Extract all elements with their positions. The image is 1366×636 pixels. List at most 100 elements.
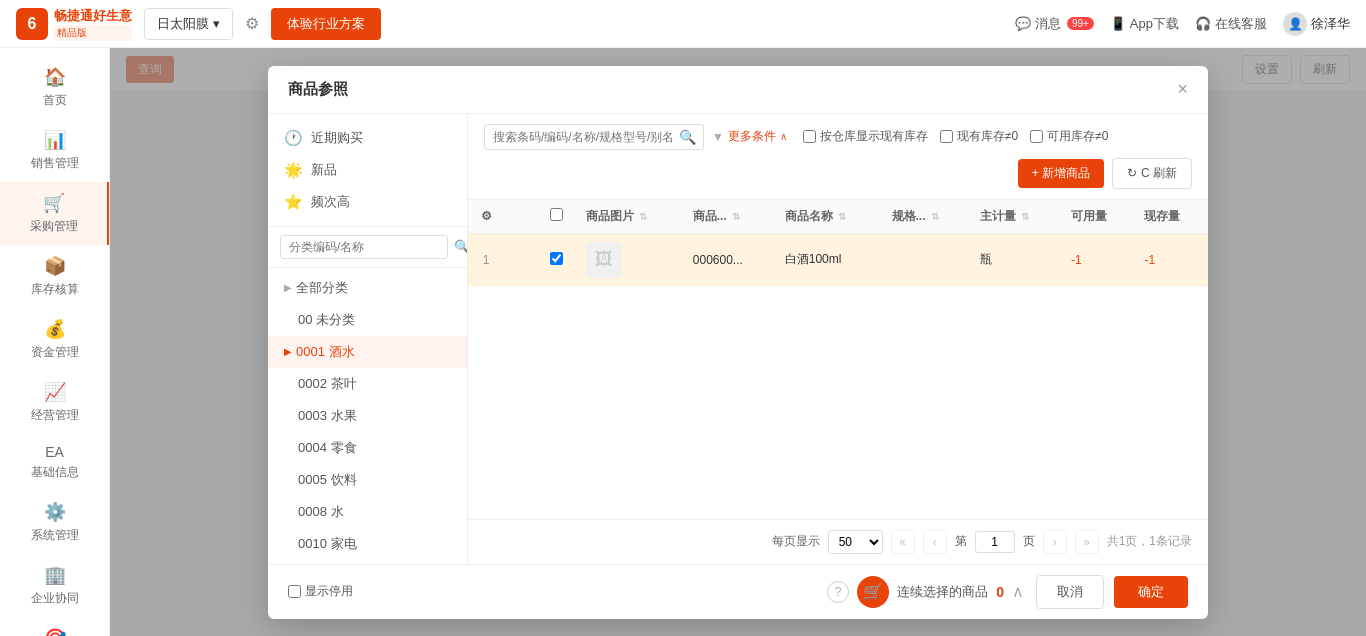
show-disabled-checkbox[interactable]: [288, 585, 301, 598]
sidebar-label-sales: 销售管理: [31, 155, 79, 172]
select-all-checkbox[interactable]: [550, 208, 563, 221]
category-item-0002[interactable]: 0002 茶叶: [268, 368, 467, 400]
recent-icon: 🕐: [284, 129, 303, 147]
main-layout: 🏠 首页 📊 销售管理 🛒 采购管理 📦 库存核算 💰 资金管理 📈 经营管理 …: [0, 48, 1366, 636]
category-search-input[interactable]: [280, 235, 448, 259]
trial-btn[interactable]: 体验行业方案: [271, 8, 381, 40]
th-name[interactable]: 商品名称 ⇅: [775, 200, 882, 234]
td-code-1: 000600...: [683, 233, 775, 286]
user-avatar[interactable]: 👤 徐泽华: [1283, 12, 1350, 36]
page-suffix: 页: [1023, 533, 1035, 550]
footer-right: 取消 确定: [1036, 575, 1188, 609]
recent-label: 近期购买: [311, 129, 363, 147]
product-image-1: 🖼: [586, 242, 622, 278]
category-item-0003[interactable]: 0003 水果: [268, 400, 467, 432]
refresh-label: C 刷新: [1141, 165, 1177, 182]
new-products-tab[interactable]: 🌟 新品: [268, 154, 467, 186]
refresh-btn[interactable]: ↻ C 刷新: [1112, 158, 1192, 189]
prev-page-btn[interactable]: ‹: [923, 530, 947, 554]
checkbox-available-input[interactable]: [1030, 130, 1043, 143]
filter-btn[interactable]: ▼ 更多条件 ∧: [712, 124, 787, 149]
filter-checkboxes: 按仓库显示现有库存 现有库存≠0 可用库存≠0: [803, 128, 1109, 145]
th-spec[interactable]: 规格... ⇅: [882, 200, 970, 234]
category-item-0001[interactable]: ▶ 0001 酒水: [268, 336, 467, 368]
logo-area: 6 畅捷通好生意 精品版: [16, 7, 132, 41]
store-dropdown[interactable]: 日太阳膜 ▾: [144, 8, 233, 40]
category-search-icon[interactable]: 🔍: [454, 239, 468, 254]
th-settings[interactable]: ⚙: [468, 200, 504, 234]
row-checkbox-1[interactable]: [550, 252, 563, 265]
app-download-btn[interactable]: 📱 App下载: [1110, 15, 1179, 33]
next-page-btn[interactable]: ›: [1043, 530, 1067, 554]
cart-btn[interactable]: 🛒: [857, 576, 889, 608]
td-available-1: -1: [1061, 233, 1135, 286]
confirm-btn[interactable]: 确定: [1114, 576, 1188, 608]
th-code[interactable]: 商品... ⇅: [683, 200, 775, 234]
category-label-00: 00 未分类: [284, 311, 355, 329]
frequent-tab[interactable]: ⭐ 频次高: [268, 186, 467, 218]
td-spec-1: [882, 233, 970, 286]
category-item-0008[interactable]: 0008 水: [268, 496, 467, 528]
checkbox3-label: 可用库存≠0: [1047, 128, 1108, 145]
checkbox-stock-input[interactable]: [940, 130, 953, 143]
checkbox-warehouse-input[interactable]: [803, 130, 816, 143]
messages-btn[interactable]: 💬 消息 99+: [1015, 15, 1094, 33]
help-icon[interactable]: ?: [827, 581, 849, 603]
main-search-input[interactable]: [484, 124, 704, 150]
checkbox-available-nonzero[interactable]: 可用库存≠0: [1030, 128, 1108, 145]
page-label: 第: [955, 533, 967, 550]
sidebar-label-home: 首页: [43, 92, 67, 109]
category-item-0004[interactable]: 0004 零食: [268, 432, 467, 464]
cancel-btn[interactable]: 取消: [1036, 575, 1104, 609]
category-item-00[interactable]: 00 未分类: [268, 304, 467, 336]
sidebar-item-base[interactable]: EA 基础信息: [0, 434, 109, 491]
sidebar-item-system[interactable]: ⚙️ 系统管理: [0, 491, 109, 554]
th-image[interactable]: 商品图片 ⇅: [576, 200, 683, 234]
sales-icon: 📊: [44, 129, 66, 151]
edition-badge: 精品版: [54, 25, 132, 41]
image-placeholder-icon: 🖼: [595, 249, 613, 270]
sidebar-item-stock[interactable]: 📦 库存核算: [0, 245, 109, 308]
sidebar-label-system: 系统管理: [31, 527, 79, 544]
product-table-wrap: ⚙ 商品图片 ⇅: [468, 200, 1208, 519]
modal-close-btn[interactable]: ×: [1177, 80, 1188, 98]
last-page-btn[interactable]: »: [1075, 530, 1099, 554]
table-row[interactable]: 1 🖼: [468, 233, 1208, 286]
nav-right: 💬 消息 99+ 📱 App下载 🎧 在线客服 👤 徐泽华: [1015, 12, 1350, 36]
category-item-all[interactable]: ▶ 全部分类: [268, 272, 467, 304]
show-disabled-label[interactable]: 显示停用: [288, 583, 353, 600]
add-product-btn[interactable]: + 新增商品: [1018, 159, 1104, 188]
sidebar-item-finance[interactable]: 💰 资金管理: [0, 308, 109, 371]
category-item-0005[interactable]: 0005 饮料: [268, 464, 467, 496]
category-label-all: 全部分类: [296, 279, 348, 297]
td-checkbox-1[interactable]: [540, 233, 576, 286]
category-item-0010[interactable]: 0010 家电: [268, 528, 467, 560]
collapse-panel-btn[interactable]: ‹‹: [467, 282, 468, 332]
recent-purchase-tab[interactable]: 🕐 近期购买: [268, 122, 467, 154]
checkbox-warehouse[interactable]: 按仓库显示现有库存: [803, 128, 928, 145]
product-code-1: 000600...: [693, 253, 743, 267]
enterprise-icon: 🏢: [44, 564, 66, 586]
checkbox-stock-nonzero[interactable]: 现有库存≠0: [940, 128, 1018, 145]
sidebar-item-home[interactable]: 🏠 首页: [0, 56, 109, 119]
online-service-btn[interactable]: 🎧 在线客服: [1195, 15, 1267, 33]
page-total: 共1页，1条记录: [1107, 533, 1192, 550]
cart-collapse-icon[interactable]: ∧: [1012, 582, 1024, 601]
settings-icon[interactable]: ⚙: [245, 14, 259, 33]
page-size-select[interactable]: 50 10 20 100: [828, 530, 883, 554]
sidebar-item-enterprise[interactable]: 🏢 企业协同: [0, 554, 109, 617]
modal-title: 商品参照: [288, 80, 348, 99]
sidebar-item-guide[interactable]: 🎯 新手引导: [0, 617, 109, 636]
product-available-1: -1: [1071, 253, 1082, 267]
content-area: 查询 设置 刷新 商品参照 × 🕐: [110, 48, 1366, 636]
page-input[interactable]: [975, 531, 1015, 553]
main-search-icon[interactable]: 🔍: [679, 129, 696, 145]
category-label-0002: 0002 茶叶: [284, 375, 357, 393]
category-label-0004: 0004 零食: [284, 439, 357, 457]
sidebar-item-purchase[interactable]: 🛒 采购管理: [0, 182, 109, 245]
th-unit[interactable]: 主计量 ⇅: [970, 200, 1061, 234]
sidebar-item-sales[interactable]: 📊 销售管理: [0, 119, 109, 182]
first-page-btn[interactable]: «: [891, 530, 915, 554]
finance-icon: 💰: [44, 318, 66, 340]
sidebar-item-business[interactable]: 📈 经营管理: [0, 371, 109, 434]
